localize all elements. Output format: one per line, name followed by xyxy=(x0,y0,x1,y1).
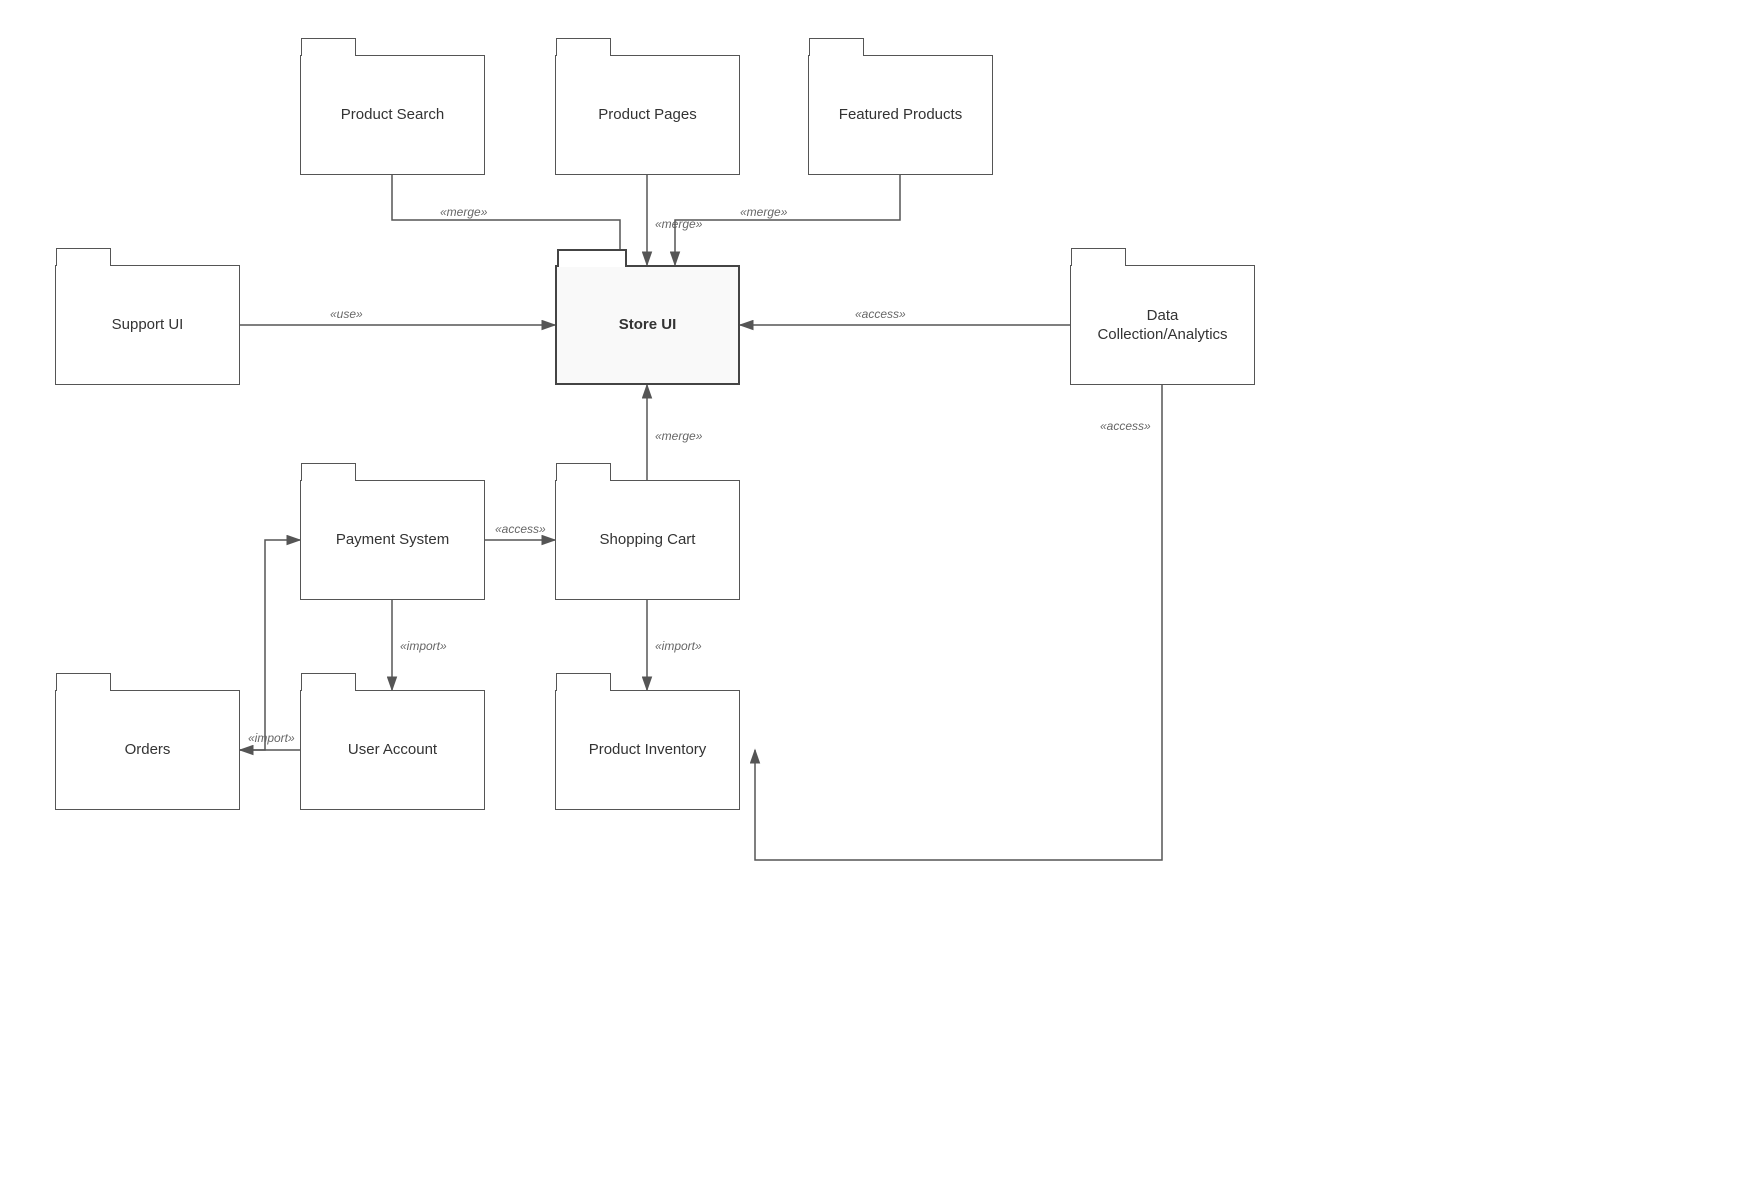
svg-text:«merge»: «merge» xyxy=(655,429,703,443)
label-data-collection: DataCollection/Analytics xyxy=(1097,306,1227,345)
label-product-pages: Product Pages xyxy=(598,105,696,125)
label-product-search: Product Search xyxy=(341,105,444,125)
package-product-search: Product Search xyxy=(300,55,485,175)
svg-text:«merge»: «merge» xyxy=(740,205,788,219)
svg-text:«import»: «import» xyxy=(655,639,702,653)
label-store-ui: Store UI xyxy=(619,315,677,335)
svg-text:«access»: «access» xyxy=(1100,419,1151,433)
svg-text:«access»: «access» xyxy=(495,522,546,536)
package-orders: Orders xyxy=(55,690,240,810)
package-payment-system: Payment System xyxy=(300,480,485,600)
label-payment-system: Payment System xyxy=(336,530,449,550)
package-product-pages: Product Pages xyxy=(555,55,740,175)
package-data-collection: DataCollection/Analytics xyxy=(1070,265,1255,385)
package-shopping-cart: Shopping Cart xyxy=(555,480,740,600)
svg-text:«access»: «access» xyxy=(855,307,906,321)
arrows-svg: «merge» «merge» «merge» «use» «access» «… xyxy=(0,0,1760,1195)
label-orders: Orders xyxy=(125,740,171,760)
svg-text:«import»: «import» xyxy=(400,639,447,653)
diagram-container: «merge» «merge» «merge» «use» «access» «… xyxy=(0,0,1760,1195)
label-support-ui: Support UI xyxy=(112,315,184,335)
package-featured-products: Featured Products xyxy=(808,55,993,175)
package-product-inventory: Product Inventory xyxy=(555,690,740,810)
label-user-account: User Account xyxy=(348,740,437,760)
label-shopping-cart: Shopping Cart xyxy=(600,530,696,550)
label-product-inventory: Product Inventory xyxy=(589,740,707,760)
label-featured-products: Featured Products xyxy=(839,105,962,125)
svg-text:«merge»: «merge» xyxy=(440,205,488,219)
svg-text:«merge»: «merge» xyxy=(655,217,703,231)
package-support-ui: Support UI xyxy=(55,265,240,385)
svg-text:«import»: «import» xyxy=(248,731,295,745)
package-store-ui: Store UI xyxy=(555,265,740,385)
svg-text:«use»: «use» xyxy=(330,307,363,321)
package-user-account: User Account xyxy=(300,690,485,810)
